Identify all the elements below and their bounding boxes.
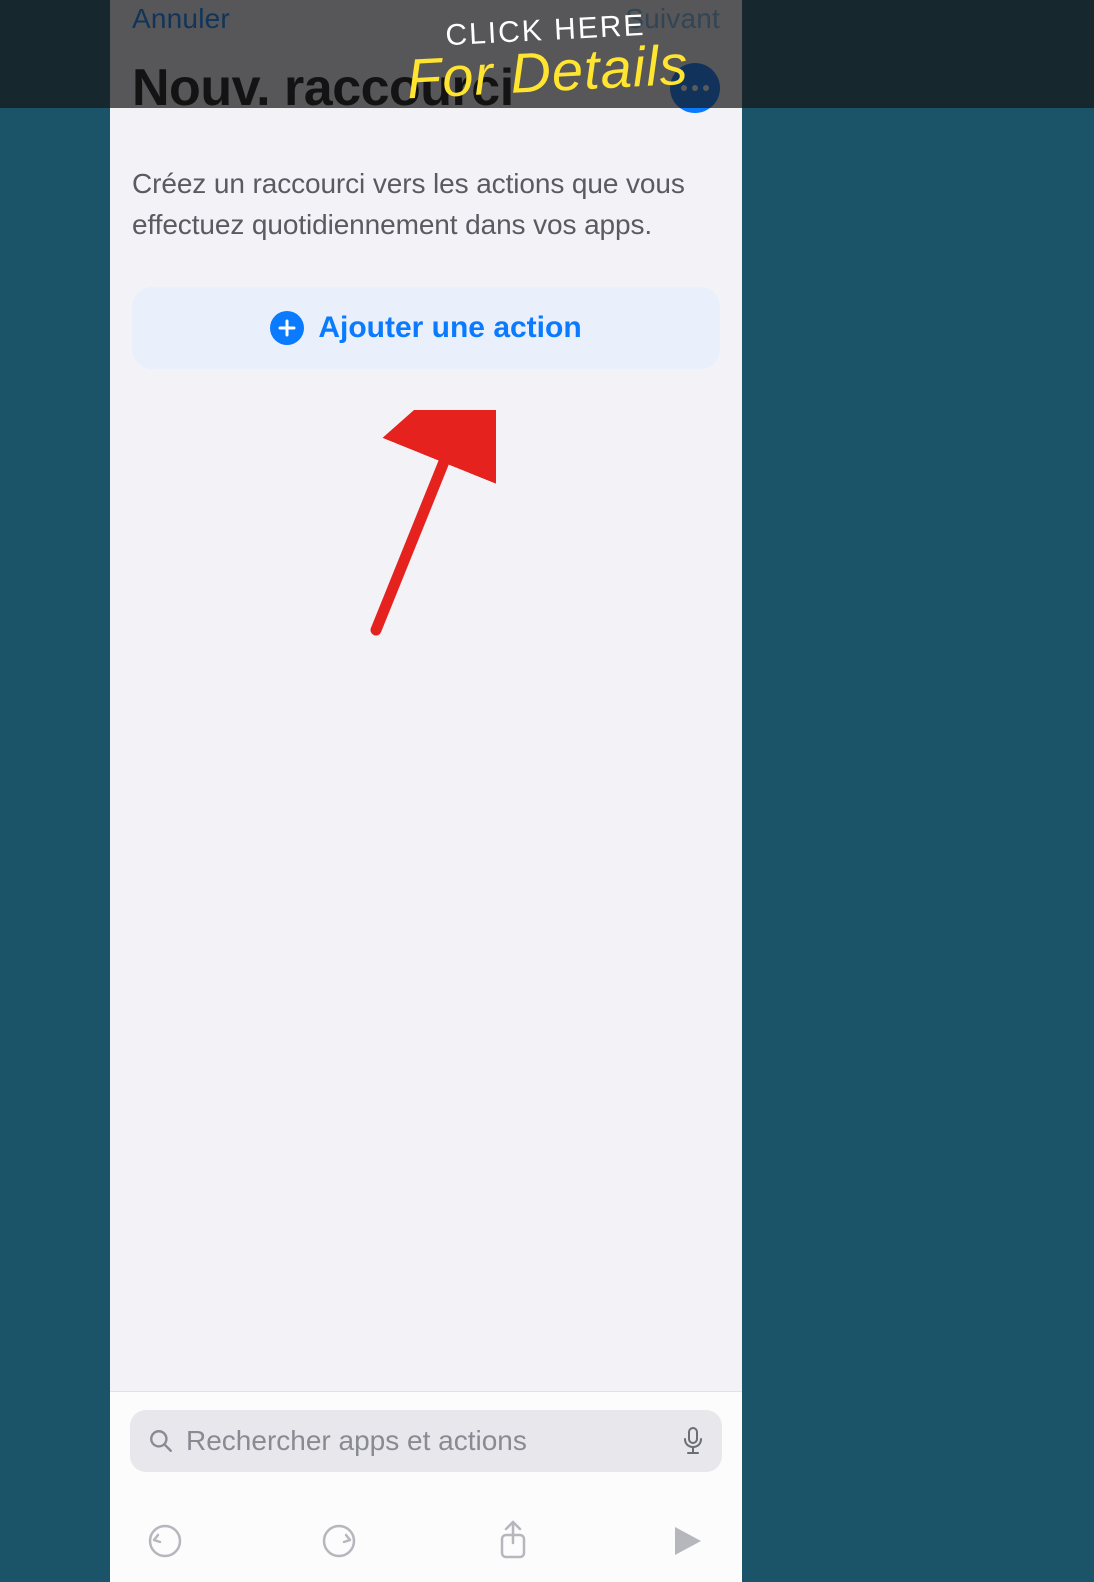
bottom-toolbar: [130, 1472, 722, 1582]
search-icon: [148, 1428, 174, 1454]
search-placeholder: Rechercher apps et actions: [186, 1425, 670, 1457]
run-button[interactable]: [662, 1516, 712, 1566]
promo-overlay[interactable]: CLICK HERE For Details: [0, 0, 1094, 108]
play-icon: [669, 1523, 705, 1559]
shortcut-editor-panel: Annuler Suivant Nouv. raccourci Créez un…: [110, 0, 742, 1582]
redo-icon: [319, 1521, 359, 1561]
microphone-icon[interactable]: [682, 1426, 704, 1456]
undo-button[interactable]: [140, 1516, 190, 1566]
bottom-panel: Rechercher apps et actions: [110, 1391, 742, 1582]
page-subtitle: Créez un raccourci vers les actions que …: [110, 124, 742, 245]
redo-button[interactable]: [314, 1516, 364, 1566]
promo-line2: For Details: [406, 37, 690, 108]
share-icon: [493, 1519, 533, 1563]
undo-icon: [145, 1521, 185, 1561]
add-action-button[interactable]: Ajouter une action: [132, 287, 720, 369]
promo-overlay-text: CLICK HERE For Details: [404, 9, 690, 108]
plus-circle-icon: [270, 311, 304, 345]
share-button[interactable]: [488, 1516, 538, 1566]
add-action-label: Ajouter une action: [318, 311, 581, 345]
search-input[interactable]: Rechercher apps et actions: [130, 1410, 722, 1472]
